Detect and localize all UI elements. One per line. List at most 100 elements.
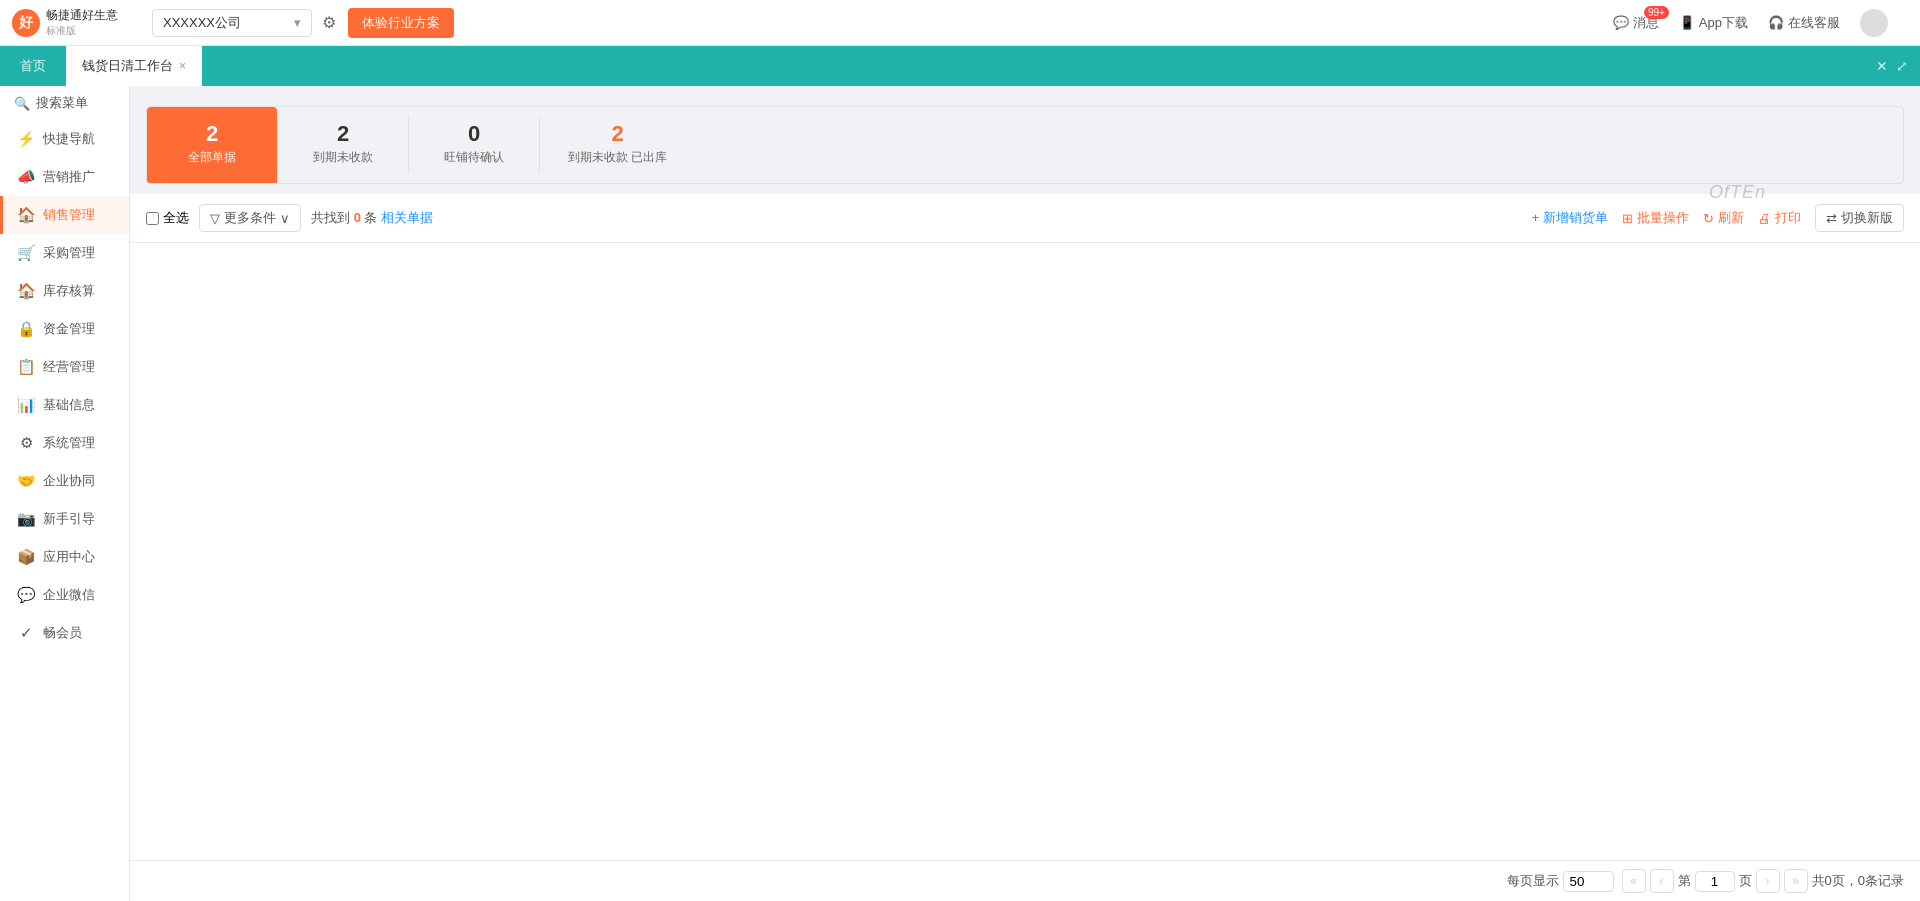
result-count: 0 bbox=[354, 210, 361, 225]
page-label: 第 bbox=[1678, 872, 1691, 890]
sidebar-item-guide[interactable]: 📷 新手引导 bbox=[0, 500, 129, 538]
sidebar-item-sales[interactable]: 🏠 销售管理 bbox=[0, 196, 129, 234]
sidebar-label-quick-nav: 快捷导航 bbox=[43, 130, 95, 148]
watermark-text: OfTEn bbox=[1709, 182, 1766, 203]
print-button[interactable]: 🖨 打印 bbox=[1758, 209, 1801, 227]
service-label: 在线客服 bbox=[1788, 14, 1840, 32]
tab-home-label: 首页 bbox=[20, 57, 46, 75]
batch-icon: ⊞ bbox=[1622, 211, 1633, 226]
maximize-icon[interactable]: ⤢ bbox=[1896, 58, 1908, 74]
company-selector[interactable]: XXXXXX公司 ▾ bbox=[152, 9, 312, 37]
sidebar-label-enterprise-wx: 企业微信 bbox=[43, 586, 95, 604]
new-sale-button[interactable]: + 新增销货单 bbox=[1532, 209, 1608, 227]
card-all[interactable]: 2 全部单据 bbox=[147, 107, 277, 183]
tab-home[interactable]: 首页 bbox=[0, 46, 66, 86]
sidebar-label-operation: 经营管理 bbox=[43, 358, 95, 376]
sidebar-item-capital[interactable]: 🔒 资金管理 bbox=[0, 310, 129, 348]
card-shipped-label: 到期未收款 已出库 bbox=[568, 149, 667, 166]
select-all-checkbox[interactable] bbox=[146, 212, 159, 225]
member-icon: ✓ bbox=[17, 624, 35, 642]
switch-label: 切换新版 bbox=[1841, 209, 1893, 227]
sidebar-label-marketing: 营销推广 bbox=[43, 168, 95, 186]
summary-cards: 2 全部单据 2 到期未收款 0 旺铺待确认 2 到期未收款 已出库 bbox=[146, 106, 1904, 184]
sidebar-item-app-center[interactable]: 📦 应用中心 bbox=[0, 538, 129, 576]
related-records-link[interactable]: 相关单据 bbox=[381, 210, 433, 225]
enterprise-wx-icon: 💬 bbox=[17, 586, 35, 604]
filter-button[interactable]: ▽ 更多条件 ∨ bbox=[199, 204, 301, 232]
switch-version-button[interactable]: ⇄ 切换新版 bbox=[1815, 204, 1904, 232]
sidebar-item-member[interactable]: ✓ 畅会员 bbox=[0, 614, 129, 652]
message-icon: 💬 bbox=[1613, 15, 1629, 30]
message-badge: 99+ bbox=[1644, 6, 1669, 19]
print-label: 打印 bbox=[1775, 209, 1801, 227]
sidebar-label-app-center: 应用中心 bbox=[43, 548, 95, 566]
sidebar-item-system[interactable]: ⚙ 系统管理 bbox=[0, 424, 129, 462]
refresh-label: 刷新 bbox=[1718, 209, 1744, 227]
settings-icon[interactable]: ⚙ bbox=[322, 13, 336, 32]
tab-qhrc-label: 钱货日清工作台 bbox=[82, 57, 173, 75]
toolbar-left: 全选 ▽ 更多条件 ∨ 共找到 0 条 相关单据 bbox=[146, 204, 1522, 232]
sidebar-item-marketing[interactable]: 📣 营销推广 bbox=[0, 158, 129, 196]
sales-icon: 🏠 bbox=[17, 206, 35, 224]
tab-qhrc[interactable]: 钱货日清工作台 × bbox=[66, 46, 202, 86]
sidebar-item-purchase[interactable]: 🛒 采购管理 bbox=[0, 234, 129, 272]
card-overdue[interactable]: 2 到期未收款 bbox=[278, 107, 408, 183]
sidebar-label-system: 系统管理 bbox=[43, 434, 95, 452]
top-header: 好 畅捷通好生意 标准版 XXXXXX公司 ▾ ⚙ 体验行业方案 💬 消息 99… bbox=[0, 0, 1920, 46]
card-pending[interactable]: 0 旺铺待确认 bbox=[409, 107, 539, 183]
avatar[interactable] bbox=[1860, 9, 1888, 37]
guide-icon: 📷 bbox=[17, 510, 35, 528]
search-icon: 🔍 bbox=[14, 96, 30, 111]
new-sale-label: + 新增销货单 bbox=[1532, 209, 1608, 227]
next-page-button[interactable]: › bbox=[1756, 869, 1780, 893]
service-button[interactable]: 🎧 在线客服 bbox=[1768, 14, 1840, 32]
select-all-container[interactable]: 全选 bbox=[146, 209, 189, 227]
service-icon: 🎧 bbox=[1768, 15, 1784, 30]
print-icon: 🖨 bbox=[1758, 211, 1771, 226]
purchase-icon: 🛒 bbox=[17, 244, 35, 262]
filter-label: 更多条件 bbox=[224, 209, 276, 227]
per-page-label: 每页显示 bbox=[1507, 872, 1559, 890]
close-window-icon[interactable]: ✕ bbox=[1876, 58, 1888, 74]
sidebar-item-operation[interactable]: 📋 经营管理 bbox=[0, 348, 129, 386]
toolbar: 全选 ▽ 更多条件 ∨ 共找到 0 条 相关单据 + 新增销货单 bbox=[130, 194, 1920, 243]
cooperation-icon: 🤝 bbox=[17, 472, 35, 490]
marketing-icon: 📣 bbox=[17, 168, 35, 186]
page-suffix: 页 bbox=[1739, 872, 1752, 890]
sidebar: 🔍 搜索菜单 ⚡ 快捷导航 📣 营销推广 🏠 销售管理 🛒 采购管理 🏠 库存核… bbox=[0, 86, 130, 901]
first-page-button[interactable]: « bbox=[1622, 869, 1646, 893]
sidebar-label-member: 畅会员 bbox=[43, 624, 82, 642]
close-tab-icon[interactable]: × bbox=[179, 59, 186, 73]
last-page-button[interactable]: » bbox=[1784, 869, 1808, 893]
toolbar-right: + 新增销货单 ⊞ 批量操作 ↻ 刷新 🖨 打印 ⇄ 切换新版 bbox=[1532, 204, 1904, 232]
sidebar-item-search[interactable]: 🔍 搜索菜单 bbox=[0, 86, 129, 120]
table-area bbox=[130, 243, 1920, 860]
main-layout: 🔍 搜索菜单 ⚡ 快捷导航 📣 营销推广 🏠 销售管理 🛒 采购管理 🏠 库存核… bbox=[0, 86, 1920, 901]
sidebar-label-inventory: 库存核算 bbox=[43, 282, 95, 300]
operation-icon: 📋 bbox=[17, 358, 35, 376]
message-button[interactable]: 💬 消息 99+ bbox=[1613, 14, 1659, 32]
refresh-icon: ↻ bbox=[1703, 211, 1714, 226]
page-input[interactable] bbox=[1695, 871, 1735, 892]
trial-button[interactable]: 体验行业方案 bbox=[348, 8, 454, 38]
logo-area: 好 畅捷通好生意 标准版 bbox=[12, 8, 142, 37]
refresh-button[interactable]: ↻ 刷新 bbox=[1703, 209, 1744, 227]
sidebar-item-quick-nav[interactable]: ⚡ 快捷导航 bbox=[0, 120, 129, 158]
sidebar-item-inventory[interactable]: 🏠 库存核算 bbox=[0, 272, 129, 310]
result-text: 共找到 0 条 相关单据 bbox=[311, 209, 433, 227]
page-size-select[interactable]: 50 100 200 bbox=[1563, 871, 1614, 892]
app-download-button[interactable]: 📱 App下载 bbox=[1679, 14, 1748, 32]
sidebar-label-sales: 销售管理 bbox=[43, 206, 95, 224]
card-shipped-num: 2 bbox=[612, 121, 624, 147]
sidebar-label-purchase: 采购管理 bbox=[43, 244, 95, 262]
sidebar-item-basic-info[interactable]: 📊 基础信息 bbox=[0, 386, 129, 424]
prev-page-button[interactable]: ‹ bbox=[1650, 869, 1674, 893]
capital-icon: 🔒 bbox=[17, 320, 35, 338]
card-pending-num: 0 bbox=[468, 121, 480, 147]
sidebar-item-cooperation[interactable]: 🤝 企业协同 bbox=[0, 462, 129, 500]
batch-operation-button[interactable]: ⊞ 批量操作 bbox=[1622, 209, 1689, 227]
card-shipped[interactable]: 2 到期未收款 已出库 bbox=[540, 107, 695, 183]
cards-section: 2 全部单据 2 到期未收款 0 旺铺待确认 2 到期未收款 已出库 bbox=[130, 86, 1920, 194]
card-all-num: 2 bbox=[206, 121, 218, 147]
sidebar-item-enterprise-wx[interactable]: 💬 企业微信 bbox=[0, 576, 129, 614]
